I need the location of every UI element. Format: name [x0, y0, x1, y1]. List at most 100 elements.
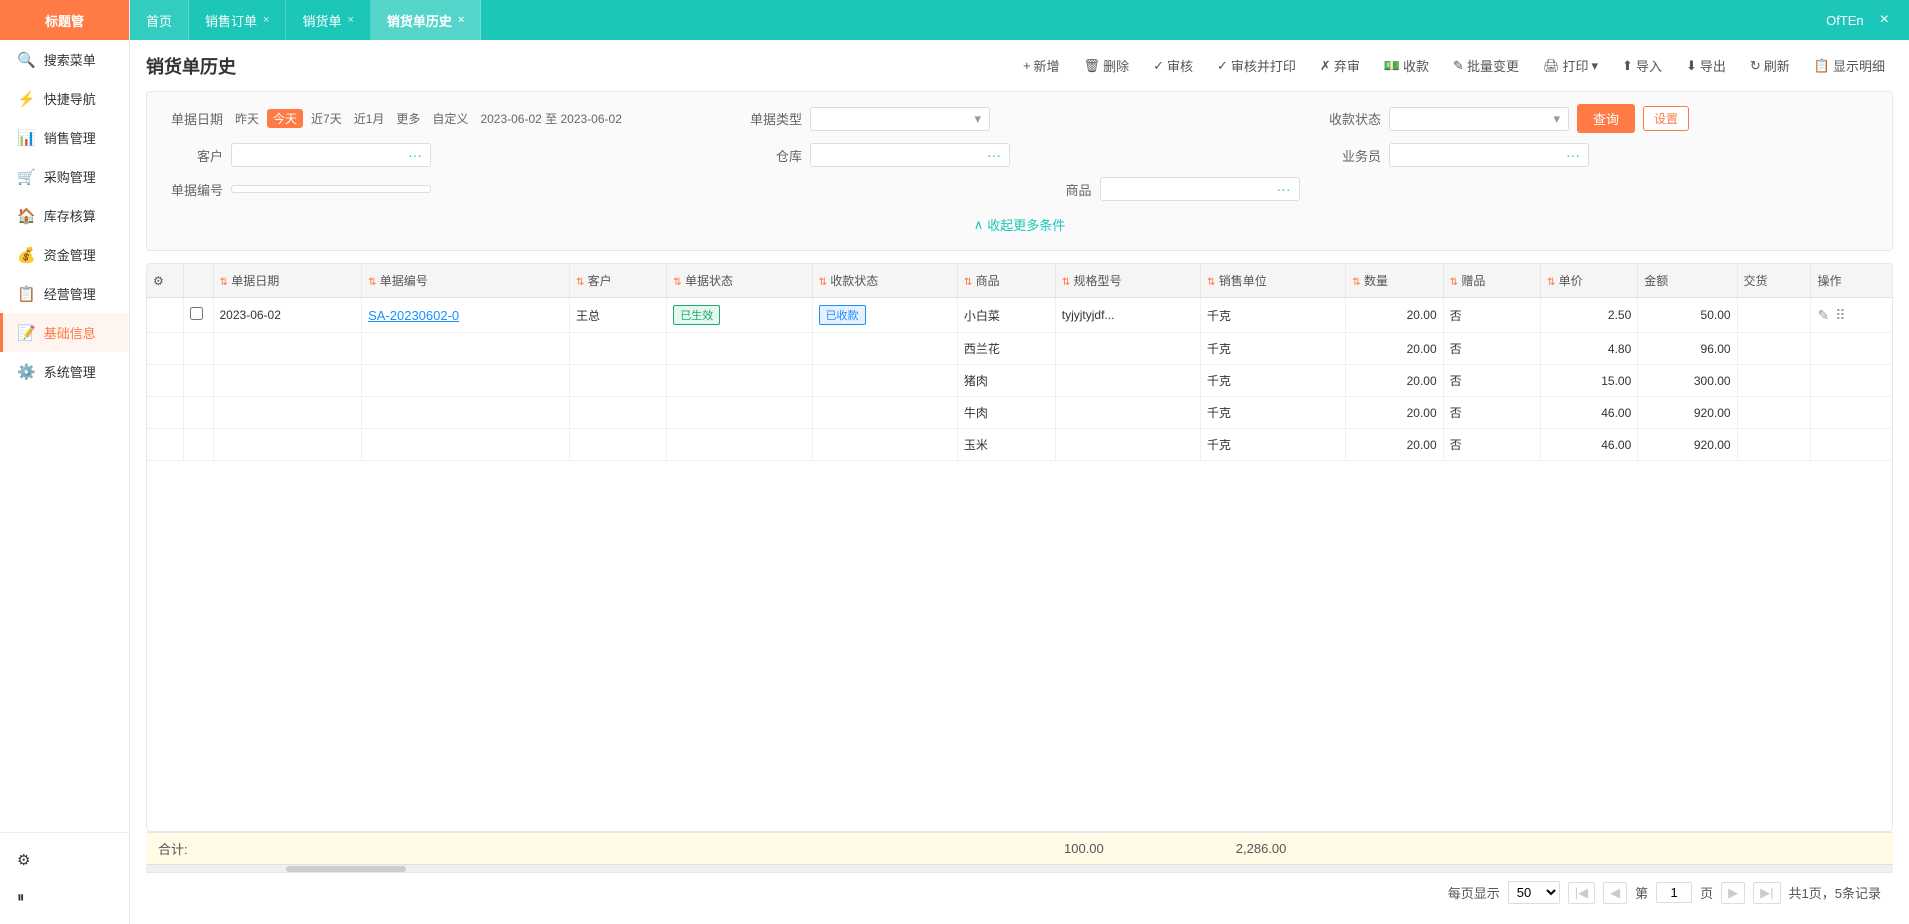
- row-3-product: 牛肉: [957, 397, 1055, 429]
- next-page-button[interactable]: ▶: [1721, 882, 1745, 904]
- warehouse-input[interactable]: ···: [810, 143, 1010, 167]
- date-shortcut-今天[interactable]: 今天: [267, 109, 303, 128]
- collapse-up-icon: ∧: [974, 217, 984, 233]
- page-size-select[interactable]: 50 20 100: [1508, 881, 1560, 904]
- import-label: 导入: [1636, 56, 1662, 75]
- row-2-product: 猪肉: [957, 365, 1055, 397]
- row-3-spec-type: [1055, 397, 1200, 429]
- content-area: 销货单历史 +新增🗑删除✓审核✓审核并打印✗弃审💵收款✎批量变更🖨打印▾⬆导入⬇…: [130, 40, 1909, 924]
- col-header-customer[interactable]: ⇅ 客户: [569, 264, 666, 298]
- window-close-button[interactable]: ×: [1872, 11, 1897, 29]
- row-4-doc-date: [213, 429, 362, 461]
- sidebar-item-funds-mgmt[interactable]: 💰 资金管理: [0, 235, 129, 274]
- row-0-more-icon[interactable]: ⠿: [1835, 307, 1845, 324]
- sidebar-item-purchase-mgmt[interactable]: 🛒 采购管理: [0, 157, 129, 196]
- toolbar-delete-button[interactable]: 🗑删除: [1076, 52, 1138, 79]
- row-0-sales-unit: 千克: [1201, 298, 1346, 333]
- product-input[interactable]: ···: [1100, 177, 1300, 201]
- row-3-customer: [569, 397, 666, 429]
- table-summary: 合计: 100.00 2,286.00: [146, 832, 1893, 864]
- purchase-mgmt-label: 采购管理: [44, 167, 96, 186]
- last-page-button[interactable]: ▶|: [1753, 882, 1780, 904]
- toolbar-refresh-button[interactable]: ↻刷新: [1742, 52, 1798, 79]
- sort-icon-customer: ⇅: [576, 277, 584, 288]
- tab-sales-goods-close-icon[interactable]: ×: [347, 14, 353, 26]
- row-3-actions: [1811, 397, 1892, 429]
- doc-type-select[interactable]: ▾: [810, 107, 990, 131]
- row-3-amount: 920.00: [1638, 397, 1737, 429]
- sidebar-item-bottom2[interactable]: ⏸: [0, 879, 129, 916]
- page-number-input[interactable]: 1: [1656, 882, 1692, 903]
- col-header-sales_unit[interactable]: ⇅ 销售单位: [1201, 264, 1346, 298]
- row-0-checkbox[interactable]: [190, 307, 203, 320]
- row-4-quantity: 20.00: [1346, 429, 1443, 461]
- tab-sales-order-close-icon[interactable]: ×: [263, 14, 269, 26]
- payment-status-select[interactable]: ▾: [1389, 107, 1569, 131]
- col-header-quantity[interactable]: ⇅ 数量: [1346, 264, 1443, 298]
- row-0-doc-number[interactable]: SA-20230602-0: [362, 298, 570, 333]
- basic-info-icon: 📝: [17, 324, 36, 342]
- toolbar-export-button[interactable]: ⬇导出: [1678, 52, 1734, 79]
- sidebar-item-quick-nav[interactable]: ⚡ 快捷导航: [0, 79, 129, 118]
- show-details-label: 显示明细: [1833, 56, 1885, 75]
- collapse-button[interactable]: ∧ 收起更多条件: [163, 211, 1876, 238]
- date-shortcut-昨天[interactable]: 昨天: [231, 109, 263, 128]
- col-header-doc_number[interactable]: ⇅ 单据编号: [362, 264, 570, 298]
- settings-button[interactable]: 设置: [1643, 106, 1689, 131]
- purchase-mgmt-icon: 🛒: [17, 168, 36, 186]
- row-2-gift: 否: [1443, 365, 1540, 397]
- col-header-payment_status[interactable]: ⇅ 收款状态: [812, 264, 957, 298]
- prev-page-button[interactable]: ◀: [1603, 882, 1627, 904]
- tab-home[interactable]: 首页: [130, 0, 189, 40]
- date-shortcut-近1月[interactable]: 近1月: [350, 109, 389, 128]
- tab-sales-goods[interactable]: 销货单×: [286, 0, 370, 40]
- scrollbar-thumb[interactable]: [286, 866, 406, 872]
- doc-number-input[interactable]: [231, 185, 431, 193]
- toolbar-audit-print-button[interactable]: ✓审核并打印: [1209, 52, 1304, 79]
- tab-sales-order[interactable]: 销售订单×: [189, 0, 286, 40]
- col-header-gift[interactable]: ⇅ 赠品: [1443, 264, 1540, 298]
- toolbar-show-details-button[interactable]: 📋显示明细: [1806, 52, 1893, 79]
- row-0-unit-price: 2.50: [1540, 298, 1637, 333]
- col-header-doc_status[interactable]: ⇅ 单据状态: [667, 264, 812, 298]
- col-header-doc_date[interactable]: ⇅ 单据日期: [213, 264, 362, 298]
- filter-row-3: 单据编号 商品 ···: [163, 177, 1876, 201]
- toolbar-audit-button[interactable]: ✓审核: [1145, 52, 1201, 79]
- col-header-unit_price[interactable]: ⇅ 单价: [1540, 264, 1637, 298]
- date-shortcut-自定义[interactable]: 自定义: [428, 109, 472, 128]
- sidebar-item-search-menu[interactable]: 🔍 搜索菜单: [0, 40, 129, 79]
- date-shortcut-近7天[interactable]: 近7天: [307, 109, 346, 128]
- first-page-button[interactable]: |◀: [1568, 882, 1595, 904]
- sidebar-item-sales-mgmt[interactable]: 📊 销售管理: [0, 118, 129, 157]
- sidebar-item-inventory-calc[interactable]: 🏠 库存核算: [0, 196, 129, 235]
- query-button[interactable]: 查询: [1577, 104, 1635, 133]
- warehouse-filter-group: 仓库 ···: [742, 143, 1297, 167]
- date-shortcut-更多[interactable]: 更多: [392, 109, 424, 128]
- sidebar-item-operations-mgmt[interactable]: 📋 经营管理: [0, 274, 129, 313]
- sidebar-item-system-mgmt[interactable]: ⚙️ 系统管理: [0, 352, 129, 391]
- sidebar-item-bottom1[interactable]: ⚙: [0, 841, 129, 879]
- tab-sales-history[interactable]: 销货单历史×: [371, 0, 481, 40]
- customer-input[interactable]: ···: [231, 143, 431, 167]
- sidebar-item-basic-info[interactable]: 📝 基础信息: [0, 313, 129, 352]
- salesperson-input[interactable]: ···: [1389, 143, 1589, 167]
- horizontal-scrollbar[interactable]: [146, 864, 1893, 872]
- row-1-product: 西兰花: [957, 333, 1055, 365]
- toolbar-batch-change-button[interactable]: ✎批量变更: [1445, 52, 1527, 79]
- row-4-actions: [1811, 429, 1892, 461]
- toolbar-collect-button[interactable]: 💵收款: [1376, 52, 1437, 79]
- row-3-gift: 否: [1443, 397, 1540, 429]
- toolbar-print-button[interactable]: 🖨打印▾: [1535, 52, 1606, 79]
- row-0-doc-status-badge: 已生效: [673, 305, 720, 325]
- row-0-edit-icon[interactable]: ✎: [1817, 307, 1829, 324]
- filter-area: 单据日期 昨天今天近7天近1月更多自定义 2023-06-02 至 2023-0…: [146, 91, 1893, 251]
- row-4-checkbox-cell: [183, 429, 213, 461]
- col-header-product[interactable]: ⇅ 商品: [957, 264, 1055, 298]
- row-0-doc-number-link[interactable]: SA-20230602-0: [368, 308, 459, 323]
- col-header-spec_type[interactable]: ⇅ 规格型号: [1055, 264, 1200, 298]
- toolbar-abandon-button[interactable]: ✗弃审: [1312, 52, 1368, 79]
- toolbar-import-button[interactable]: ⬆导入: [1614, 52, 1670, 79]
- row-2-checkbox-cell: [183, 365, 213, 397]
- tab-sales-history-close-icon[interactable]: ×: [458, 14, 464, 26]
- toolbar-new-button[interactable]: +新增: [1015, 52, 1068, 79]
